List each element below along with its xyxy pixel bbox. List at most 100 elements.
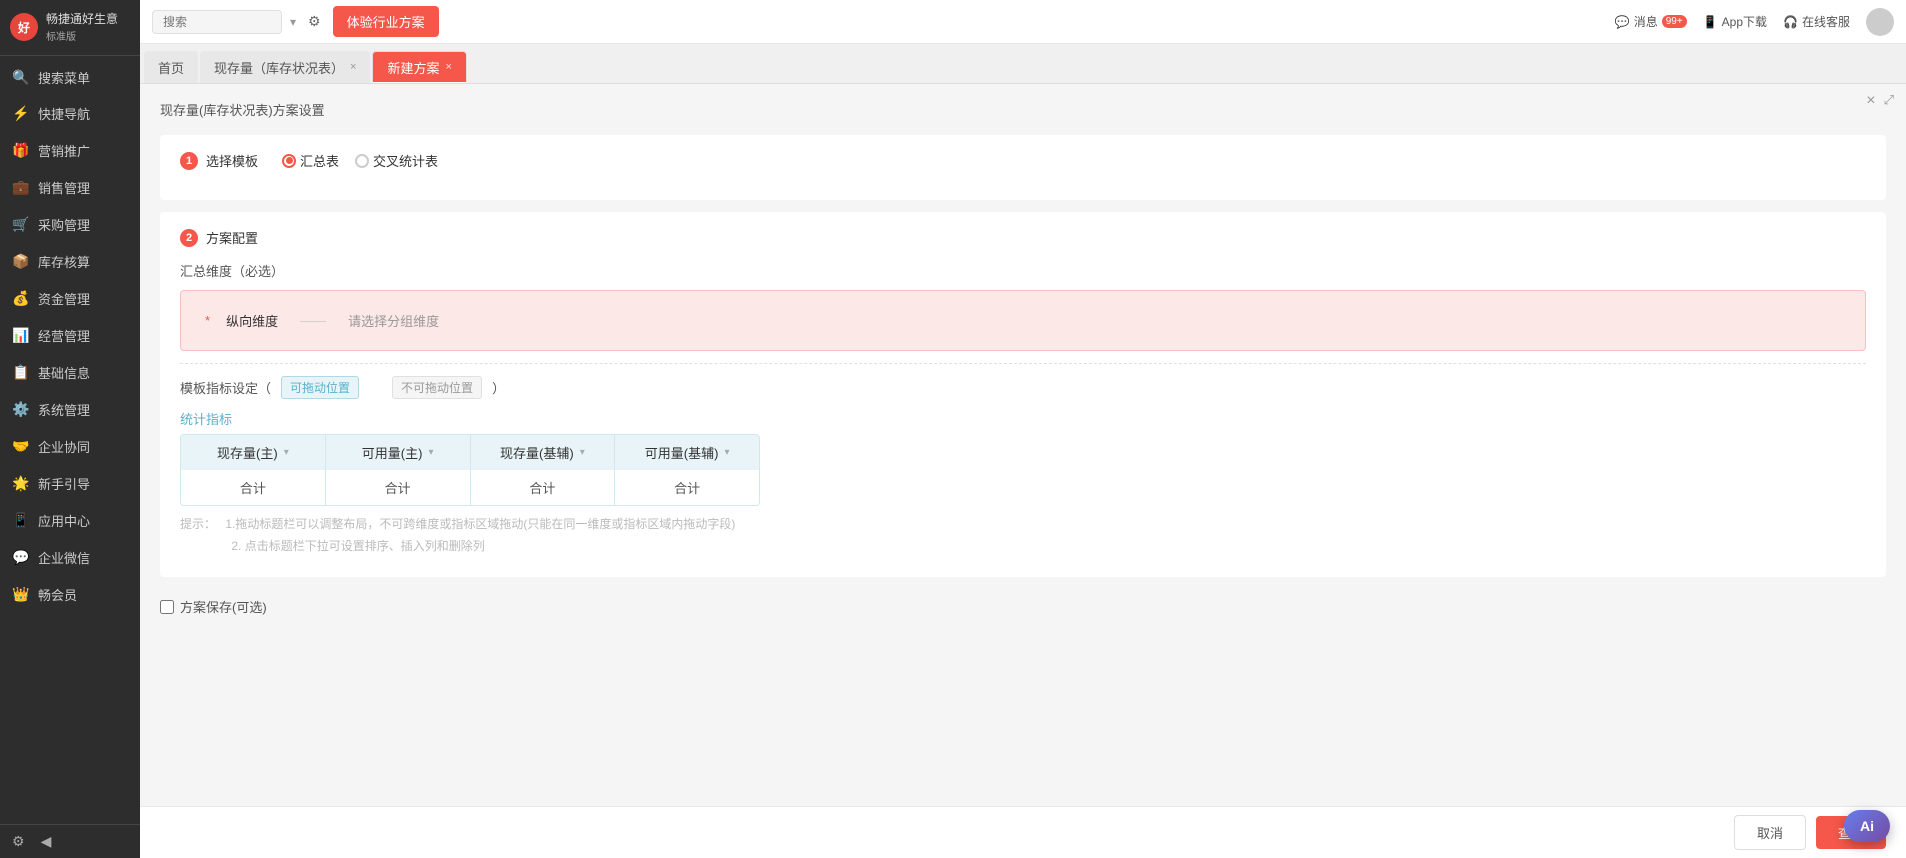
topbar-search-input[interactable] (152, 10, 282, 34)
col-header-2[interactable]: 现存量(基辅) ▾ (471, 435, 616, 470)
sidebar-item-system[interactable]: ⚙️ 系统管理 (0, 391, 140, 428)
tab-inventory-label: 现存量（库存状况表） (214, 58, 344, 77)
basic-info-icon: 📋 (12, 363, 30, 381)
cancel-button[interactable]: 取消 (1734, 815, 1806, 850)
col-header-2-label: 现存量(基辅) (500, 443, 574, 462)
template-radio-group: 汇总表 交叉统计表 (282, 151, 438, 170)
industry-plan-button[interactable]: 体验行业方案 (333, 6, 439, 37)
dimension-dash: —— (300, 313, 326, 328)
wechat-icon: 💬 (12, 548, 30, 566)
tab-home[interactable]: 首页 (144, 51, 198, 83)
dialog-close-icon[interactable]: × (1866, 92, 1875, 110)
sales-icon: 💼 (12, 178, 30, 196)
col-body-2: 合计 (471, 470, 616, 505)
indicator-table: 现存量(主) ▾ 可用量(主) ▾ 现存量(基辅) ▾ 可用量(基辅) ▾ (180, 434, 760, 506)
topbar-dropdown-icon[interactable]: ▾ (290, 15, 296, 29)
finance-label: 资金管理 (38, 289, 90, 308)
dialog-maximize-icon[interactable]: ⤢ (1884, 92, 1894, 110)
sidebar-item-enterprise[interactable]: 🤝 企业协同 (0, 428, 140, 465)
app-center-icon: 📱 (12, 511, 30, 529)
indicator-table-header: 现存量(主) ▾ 可用量(主) ▾ 现存量(基辅) ▾ 可用量(基辅) ▾ (181, 435, 759, 470)
step2-number: 2 (180, 229, 198, 247)
save-scheme-area: 方案保存(可选) (160, 589, 1886, 624)
app-download-label: App下载 (1722, 13, 1767, 30)
tab-new-scheme[interactable]: 新建方案 × (372, 51, 466, 83)
messages-label: 消息 (1634, 13, 1658, 30)
step1-section: 1 选择模板 汇总表 交叉统计表 (160, 135, 1886, 200)
bottom-bar: 取消 查询 (140, 806, 1906, 858)
sidebar-item-app-center[interactable]: 📱 应用中心 (0, 502, 140, 539)
radio-cross-circle (355, 154, 369, 168)
sidebar-item-inventory[interactable]: 📦 库存核算 (0, 243, 140, 280)
topbar-gear-icon[interactable]: ⚙ (308, 13, 321, 30)
col-0-chevron-icon[interactable]: ▾ (284, 447, 289, 458)
customer-service-label: 在线客服 (1802, 13, 1850, 30)
search-menu-label: 搜索菜单 (38, 68, 90, 87)
operations-label: 经营管理 (38, 326, 90, 345)
required-dimension-area[interactable]: * 纵向维度 —— 请选择分组维度 (180, 290, 1866, 351)
system-icon: ⚙️ (12, 400, 30, 418)
enterprise-label: 企业协同 (38, 437, 90, 456)
tab-inventory-close-icon[interactable]: × (350, 61, 356, 73)
sidebar-item-sales[interactable]: 💼 销售管理 (0, 169, 140, 206)
col-1-chevron-icon[interactable]: ▾ (428, 447, 433, 458)
inventory-icon: 📦 (12, 252, 30, 270)
app-download-button[interactable]: 📱 App下载 (1703, 13, 1767, 30)
content-area: × ⤢ 现存量(库存状况表)方案设置 1 选择模板 汇总表 交叉统计表 (140, 84, 1906, 806)
sidebar-item-operations[interactable]: 📊 经营管理 (0, 317, 140, 354)
purchase-icon: 🛒 (12, 215, 30, 233)
col-body-1: 合计 (326, 470, 471, 505)
tip-line-1: 提示： 1.拖动标题栏可以调整布局，不可跨维度或指标区域拖动(只能在同一维度或指… (180, 514, 1866, 536)
col-body-0: 合计 (181, 470, 326, 505)
sidebar-item-basic-info[interactable]: 📋 基础信息 (0, 354, 140, 391)
member-icon: 👑 (12, 585, 30, 603)
tip-title: 提示： (180, 517, 222, 531)
radio-summary[interactable]: 汇总表 (282, 151, 339, 170)
radio-summary-label: 汇总表 (300, 151, 339, 170)
purchase-label: 采购管理 (38, 215, 90, 234)
sidebar-item-search-menu[interactable]: 🔍 搜索菜单 (0, 60, 140, 95)
tip-text-1: 1.拖动标题栏可以调整布局，不可跨维度或指标区域拖动(只能在同一维度或指标区域内… (225, 517, 735, 531)
messages-button[interactable]: 💬 消息 99+ (1615, 13, 1687, 30)
messages-badge: 99+ (1662, 15, 1687, 28)
sidebar-item-member[interactable]: 👑 畅会员 (0, 576, 140, 613)
required-star: * (205, 313, 210, 328)
logo-icon: 好 (10, 13, 38, 41)
system-label: 系统管理 (38, 400, 90, 419)
sidebar-item-wechat[interactable]: 💬 企业微信 (0, 539, 140, 576)
search-menu-icon: 🔍 (12, 68, 30, 86)
tab-home-label: 首页 (158, 58, 184, 77)
indicator-settings-row: 模板指标设定（ 可拖动位置 不可拖动位置 ） (180, 376, 1866, 399)
dialog-controls: × ⤢ (1866, 92, 1894, 110)
col-header-3[interactable]: 可用量(基辅) ▾ (615, 435, 759, 470)
tip-text-2-content: 2. 点击标题栏下拉可设置排序、插入列和删除列 (231, 539, 484, 553)
save-scheme-checkbox[interactable] (160, 600, 174, 614)
sidebar: 好 畅捷通好生意 标准版 🔍 搜索菜单 ⚡ 快捷导航 🎁 营销推广 💼 销售管理… (0, 0, 140, 858)
step2-header: 2 方案配置 (180, 228, 1866, 247)
sidebar-item-marketing[interactable]: 🎁 营销推广 (0, 132, 140, 169)
user-avatar[interactable] (1866, 8, 1894, 36)
tab-inventory-status[interactable]: 现存量（库存状况表） × (200, 51, 370, 83)
col-2-chevron-icon[interactable]: ▾ (580, 447, 585, 458)
volume-icon[interactable]: ◀ (41, 833, 52, 850)
page-title: 现存量(库存状况表)方案设置 (160, 100, 1886, 119)
col-header-0[interactable]: 现存量(主) ▾ (181, 435, 326, 470)
step2-label: 方案配置 (206, 228, 258, 247)
sidebar-item-quick-nav[interactable]: ⚡ 快捷导航 (0, 95, 140, 132)
tab-new-scheme-close-icon[interactable]: × (445, 61, 451, 73)
radio-cross[interactable]: 交叉统计表 (355, 151, 438, 170)
col-header-1[interactable]: 可用量(主) ▾ (326, 435, 471, 470)
col-3-chevron-icon[interactable]: ▾ (724, 447, 729, 458)
col-header-3-label: 可用量(基辅) (645, 443, 719, 462)
sidebar-item-purchase[interactable]: 🛒 采购管理 (0, 206, 140, 243)
sidebar-item-new-guide[interactable]: 🌟 新手引导 (0, 465, 140, 502)
indicator-close-paren: ） (492, 378, 505, 397)
ai-button[interactable]: Ai (1844, 810, 1890, 842)
indicator-table-body: 合计 合计 合计 合计 (181, 470, 759, 505)
sidebar-item-finance[interactable]: 💰 资金管理 (0, 280, 140, 317)
indicator-settings-suffix (369, 378, 382, 397)
topbar: ▾ ⚙ 体验行业方案 💬 消息 99+ 📱 App下载 🎧 在线客服 (140, 0, 1906, 44)
customer-service-button[interactable]: 🎧 在线客服 (1783, 13, 1850, 30)
settings-icon[interactable]: ⚙ (12, 833, 25, 850)
operations-icon: 📊 (12, 326, 30, 344)
